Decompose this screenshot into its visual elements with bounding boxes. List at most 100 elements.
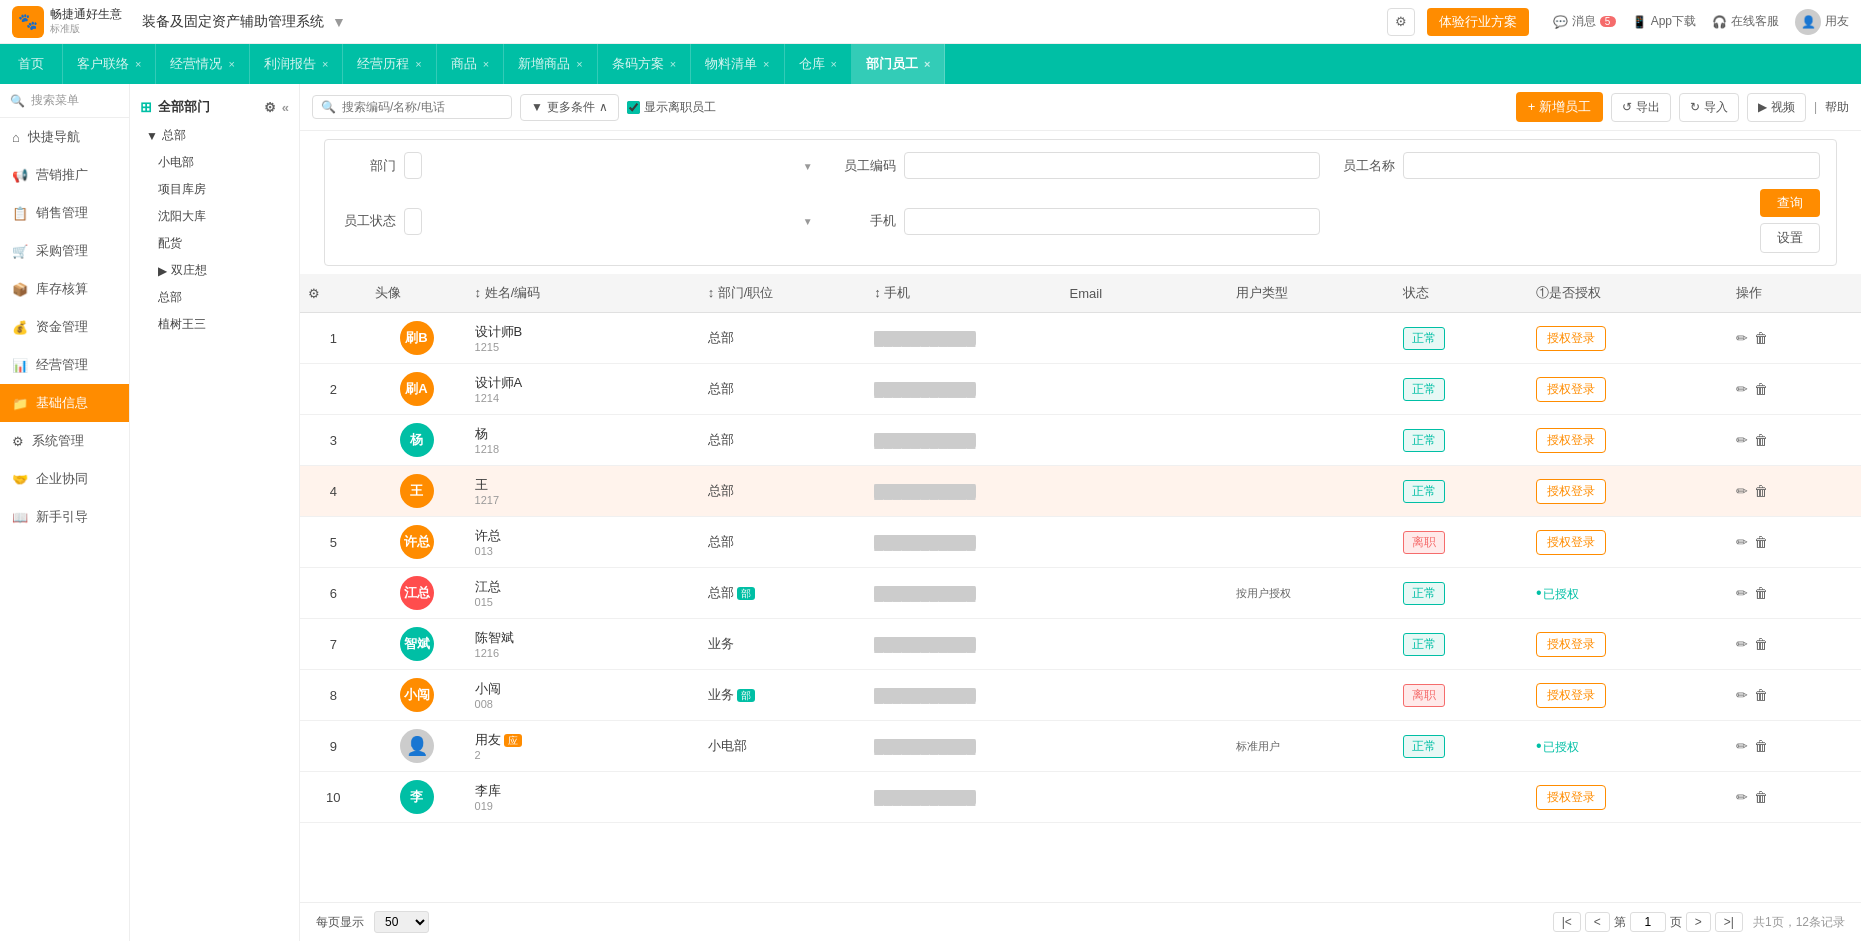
delete-button[interactable]: 🗑 bbox=[1754, 636, 1768, 652]
delete-button[interactable]: 🗑 bbox=[1754, 381, 1768, 397]
dept-item-headquarters-parent[interactable]: ▼ 总部 bbox=[130, 122, 299, 149]
sidebar-item-finance[interactable]: 💰 资金管理 bbox=[0, 308, 129, 346]
experience-button[interactable]: 体验行业方案 bbox=[1427, 8, 1529, 36]
tab-home[interactable]: 首页 bbox=[0, 44, 63, 84]
sidebar-item-basic[interactable]: 📁 基础信息 bbox=[0, 384, 129, 422]
tab-bom-close[interactable]: × bbox=[763, 58, 769, 70]
import-button[interactable]: ↻ 导入 bbox=[1679, 93, 1739, 122]
filter-empname-input[interactable] bbox=[1403, 152, 1820, 179]
tab-department-close[interactable]: × bbox=[924, 58, 930, 70]
auth-button[interactable]: 授权登录 bbox=[1536, 377, 1606, 402]
tab-history-close[interactable]: × bbox=[415, 58, 421, 70]
dept-item-electronics[interactable]: 小电部 bbox=[130, 149, 299, 176]
more-filter-button[interactable]: ▼ 更多条件 ∧ bbox=[520, 94, 619, 121]
tab-operation[interactable]: 经营情况 × bbox=[156, 44, 249, 84]
tab-operation-close[interactable]: × bbox=[228, 58, 234, 70]
sidebar-item-purchase[interactable]: 🛒 采购管理 bbox=[0, 232, 129, 270]
app-download-button[interactable]: 📱 App下载 bbox=[1632, 13, 1696, 30]
search-input[interactable] bbox=[342, 100, 482, 114]
export-button[interactable]: ↺ 导出 bbox=[1611, 93, 1671, 122]
settings-button[interactable]: ⚙ bbox=[1387, 8, 1415, 36]
view-button[interactable]: ▶ 视频 bbox=[1747, 93, 1806, 122]
search-input-wrap[interactable]: 🔍 bbox=[312, 95, 512, 119]
delete-button[interactable]: 🗑 bbox=[1754, 483, 1768, 499]
page-size-select[interactable]: 50 100 200 bbox=[374, 911, 429, 933]
tab-warehouse-close[interactable]: × bbox=[831, 58, 837, 70]
dept-collapse-icon[interactable]: « bbox=[282, 100, 289, 115]
filter-empstatus-select[interactable] bbox=[404, 208, 422, 235]
auth-button[interactable]: 授权登录 bbox=[1536, 479, 1606, 504]
edit-button[interactable]: ✏ bbox=[1736, 687, 1748, 703]
auth-button[interactable]: 授权登录 bbox=[1536, 683, 1606, 708]
reset-button[interactable]: 设置 bbox=[1760, 223, 1820, 253]
edit-button[interactable]: ✏ bbox=[1736, 534, 1748, 550]
sidebar-search[interactable]: 🔍 搜索菜单 bbox=[0, 84, 129, 118]
delete-button[interactable]: 🗑 bbox=[1754, 330, 1768, 346]
edit-button[interactable]: ✏ bbox=[1736, 483, 1748, 499]
show-inactive-checkbox[interactable] bbox=[627, 101, 640, 114]
auth-button[interactable]: 授权登录 bbox=[1536, 326, 1606, 351]
tab-history[interactable]: 经营历程 × bbox=[343, 44, 436, 84]
delete-button[interactable]: 🗑 bbox=[1754, 585, 1768, 601]
edit-button[interactable]: ✏ bbox=[1736, 432, 1748, 448]
tab-barcode[interactable]: 条码方案 × bbox=[598, 44, 691, 84]
tab-goods[interactable]: 商品 × bbox=[437, 44, 504, 84]
edit-button[interactable]: ✏ bbox=[1736, 738, 1748, 754]
last-page-button[interactable]: >| bbox=[1715, 912, 1743, 932]
query-button[interactable]: 查询 bbox=[1760, 189, 1820, 217]
delete-button[interactable]: 🗑 bbox=[1754, 534, 1768, 550]
tab-profit-close[interactable]: × bbox=[322, 58, 328, 70]
add-employee-button[interactable]: + 新增员工 bbox=[1516, 92, 1603, 122]
auth-button[interactable]: 授权登录 bbox=[1536, 530, 1606, 555]
filter-phone-input[interactable] bbox=[904, 208, 1321, 235]
help-button[interactable]: 帮助 bbox=[1825, 99, 1849, 116]
tab-barcode-close[interactable]: × bbox=[670, 58, 676, 70]
dept-item-distribution[interactable]: 配货 bbox=[130, 230, 299, 257]
dept-item-shenyang[interactable]: 沈阳大库 bbox=[130, 203, 299, 230]
auth-button[interactable]: 授权登录 bbox=[1536, 632, 1606, 657]
messages-button[interactable]: 💬 消息 5 bbox=[1553, 13, 1616, 30]
tab-new-goods[interactable]: 新增商品 × bbox=[504, 44, 597, 84]
filter-dept-select[interactable] bbox=[404, 152, 422, 179]
col-dept-pos[interactable]: ↕ 部门/职位 bbox=[700, 274, 867, 313]
sidebar-item-sales[interactable]: 📋 销售管理 bbox=[0, 194, 129, 232]
sidebar-item-collab[interactable]: 🤝 企业协同 bbox=[0, 460, 129, 498]
next-page-button[interactable]: > bbox=[1686, 912, 1711, 932]
prev-page-button[interactable]: < bbox=[1585, 912, 1610, 932]
tab-new-goods-close[interactable]: × bbox=[576, 58, 582, 70]
tab-department[interactable]: 部门员工 × bbox=[852, 44, 945, 84]
tab-warehouse[interactable]: 仓库 × bbox=[785, 44, 852, 84]
delete-button[interactable]: 🗑 bbox=[1754, 687, 1768, 703]
sidebar-item-system[interactable]: ⚙ 系统管理 bbox=[0, 422, 129, 460]
sidebar-item-inventory[interactable]: 📦 库存核算 bbox=[0, 270, 129, 308]
tab-customer[interactable]: 客户联络 × bbox=[63, 44, 156, 84]
sidebar-item-operation[interactable]: 📊 经营管理 bbox=[0, 346, 129, 384]
edit-button[interactable]: ✏ bbox=[1736, 789, 1748, 805]
sidebar-item-marketing[interactable]: 📢 营销推广 bbox=[0, 156, 129, 194]
dept-item-shuangzhuang[interactable]: ▶ 双庄想 bbox=[130, 257, 299, 284]
dept-item-project[interactable]: 项目库房 bbox=[130, 176, 299, 203]
delete-button[interactable]: 🗑 bbox=[1754, 738, 1768, 754]
edit-button[interactable]: ✏ bbox=[1736, 330, 1748, 346]
tab-bom[interactable]: 物料清单 × bbox=[691, 44, 784, 84]
col-name-code[interactable]: ↕ 姓名/编码 bbox=[467, 274, 700, 313]
dept-item-headquarters[interactable]: 总部 bbox=[130, 284, 299, 311]
user-menu[interactable]: 👤 用友 bbox=[1795, 9, 1849, 35]
dept-item-plant[interactable]: 植树王三 bbox=[130, 311, 299, 338]
tab-goods-close[interactable]: × bbox=[483, 58, 489, 70]
online-service-button[interactable]: 🎧 在线客服 bbox=[1712, 13, 1779, 30]
edit-button[interactable]: ✏ bbox=[1736, 585, 1748, 601]
edit-button[interactable]: ✏ bbox=[1736, 636, 1748, 652]
sidebar-item-guide[interactable]: 📖 新手引导 bbox=[0, 498, 129, 536]
page-number-input[interactable] bbox=[1630, 912, 1666, 932]
col-phone[interactable]: ↕ 手机 bbox=[866, 274, 1061, 313]
auth-button[interactable]: 授权登录 bbox=[1536, 428, 1606, 453]
first-page-button[interactable]: |< bbox=[1553, 912, 1581, 932]
auth-button[interactable]: 授权登录 bbox=[1536, 785, 1606, 810]
dept-settings-icon[interactable]: ⚙ bbox=[264, 100, 276, 115]
col-settings[interactable]: ⚙ bbox=[300, 274, 367, 313]
delete-button[interactable]: 🗑 bbox=[1754, 432, 1768, 448]
tab-profit[interactable]: 利润报告 × bbox=[250, 44, 343, 84]
dropdown-arrow-icon[interactable]: ▼ bbox=[332, 14, 346, 30]
show-inactive-checkbox-wrap[interactable]: 显示离职员工 bbox=[627, 99, 716, 116]
